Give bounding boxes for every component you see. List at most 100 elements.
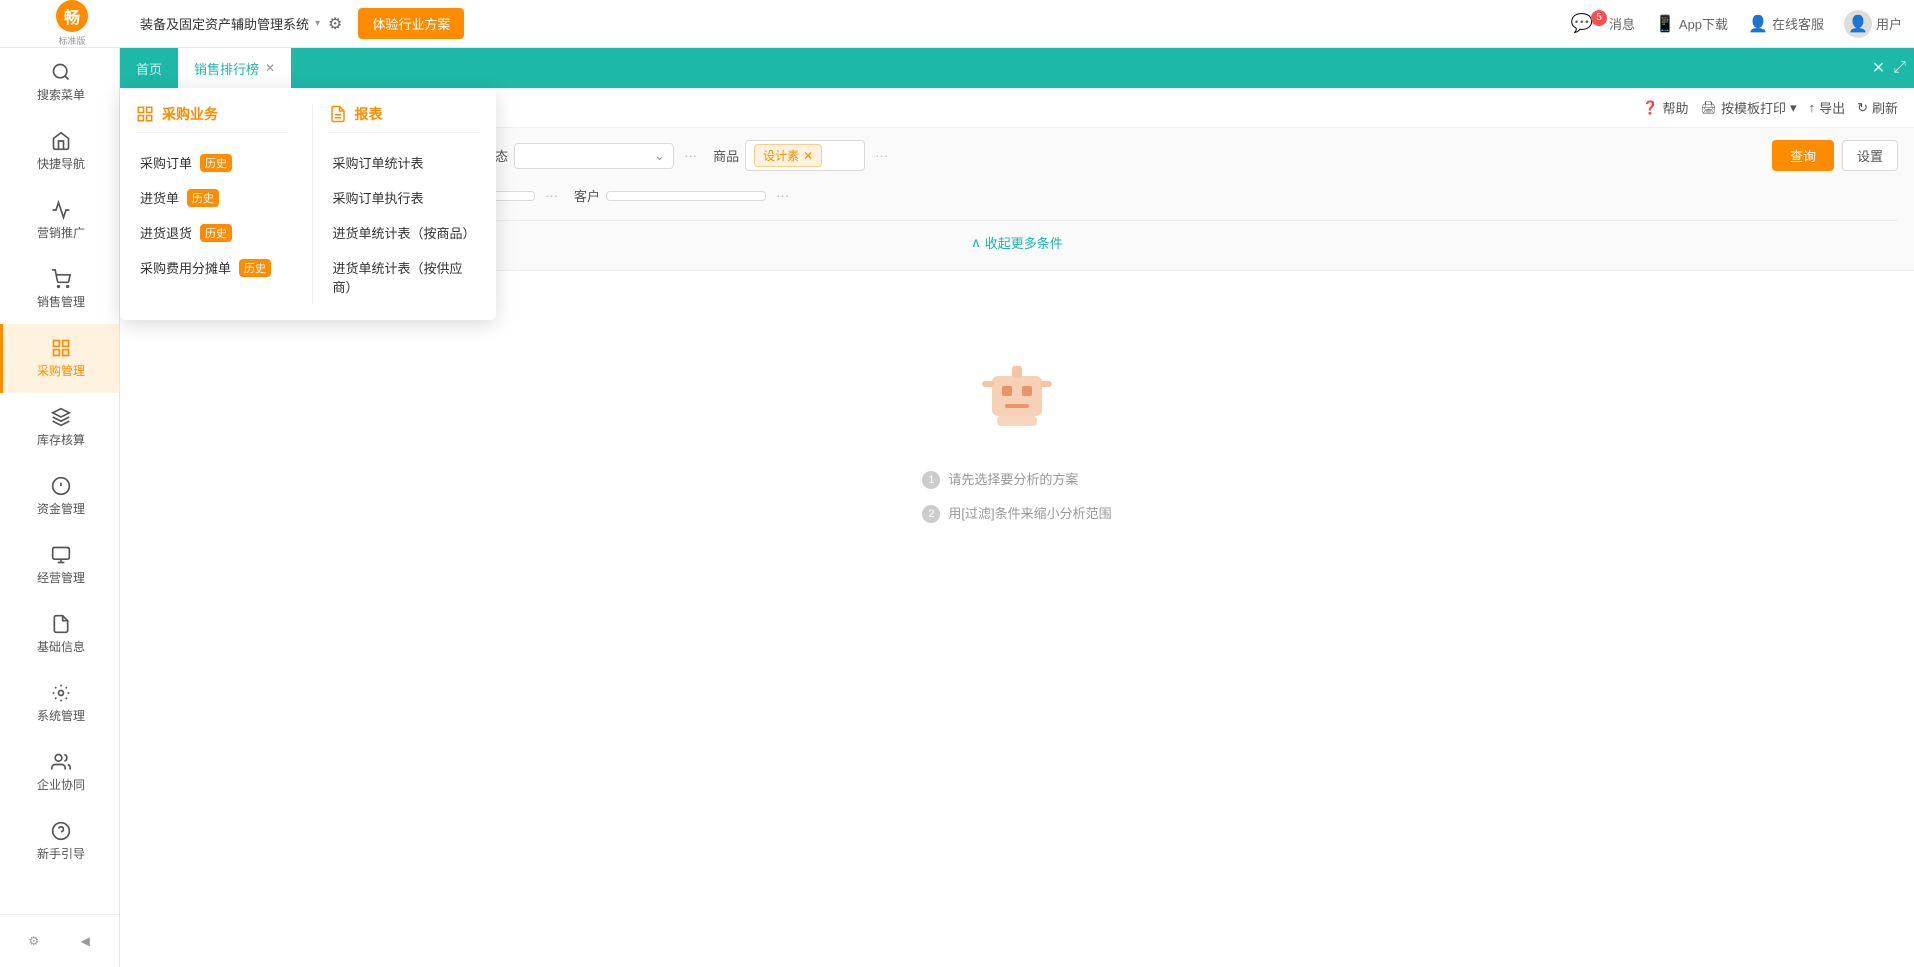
industry-btn[interactable]: 体验行业方案	[358, 8, 464, 39]
tab-expand-icon[interactable]: ⤢	[1893, 59, 1906, 77]
empty-hint-1-text: 请先选择要分析的方案	[948, 467, 1078, 493]
app-download-btn[interactable]: 📱 App下载	[1655, 14, 1728, 34]
tab-bar: 首页 销售排行榜 ✕ ✕ ⤢	[120, 48, 1914, 88]
salesperson-dots: ···	[545, 188, 558, 203]
topbar-right: 💬 5 消息 📱 App下载 👤 在线客服 👤 用户	[1571, 10, 1902, 38]
logo-text: 标准版	[58, 34, 85, 47]
dropdown-return[interactable]: 进货退货 历史	[136, 215, 288, 250]
user-btn[interactable]: 👤 用户	[1844, 10, 1902, 38]
goods-tag-label: 设计素	[763, 147, 799, 164]
expense-label: 采购费用分摊单	[140, 258, 231, 277]
empty-hint-2: 2 用[过滤]条件来缩小分析范围	[922, 501, 1111, 527]
sidebar-item-basic[interactable]: 基础信息	[0, 600, 119, 669]
dropdown-incoming-stats-supplier[interactable]: 进货单统计表（按供应商）	[329, 250, 481, 304]
tab-home-label: 首页	[136, 59, 162, 78]
sidebar-item-inventory[interactable]: 库存核算	[0, 393, 119, 462]
po-stats-label: 采购订单统计表	[333, 153, 424, 172]
sidebar-item-quick[interactable]: 快捷导航	[0, 117, 119, 186]
hist-badge-3: 历史	[200, 224, 232, 242]
report-col-title: 报表	[329, 104, 481, 133]
settings-icon[interactable]: ⚙	[328, 14, 342, 34]
incoming-stats-supplier-label: 进货单统计表（按供应商）	[333, 258, 477, 296]
sidebar-label-marketing: 营销推广	[37, 224, 85, 241]
status-control[interactable]: ⌄	[514, 143, 674, 169]
sidebar-item-enterprise[interactable]: 企业协同	[0, 738, 119, 807]
sidebar-label-guide: 新手引导	[37, 845, 85, 862]
goods-filter: 商品 设计素 ✕ ···	[713, 140, 888, 171]
query-btn[interactable]: 查询	[1772, 140, 1834, 171]
tab-home[interactable]: 首页	[120, 48, 178, 88]
topbar: 畅 标准版 装备及固定资产辅助管理系统 ▾ ⚙ 体验行业方案 💬 5 消息 📱 …	[0, 0, 1914, 48]
title-arrow-icon[interactable]: ▾	[315, 18, 320, 29]
tab-bar-right: ✕ ⤢	[1872, 58, 1914, 78]
refresh-label: 刷新	[1872, 98, 1898, 117]
online-service-btn[interactable]: 👤 在线客服	[1748, 14, 1824, 34]
goods-label: 商品	[713, 146, 739, 165]
sidebar-label-enterprise: 企业协同	[37, 776, 85, 793]
app-download-label: App下载	[1679, 14, 1728, 33]
message-btn[interactable]: 💬 5 消息	[1571, 13, 1635, 34]
customer-filter: 客户 ···	[574, 186, 789, 205]
empty-icon	[957, 351, 1077, 451]
help-label: 帮助	[1662, 98, 1688, 117]
tab-sales-ranking[interactable]: 销售排行榜 ✕	[178, 48, 291, 88]
user-label: 用户	[1876, 14, 1902, 33]
customer-label: 客户	[574, 186, 600, 205]
report-col: 报表 采购订单统计表 采购订单执行表 进货单统计表（按商品） 进货单统计表（按供…	[312, 104, 481, 304]
po-exec-label: 采购订单执行表	[333, 188, 424, 207]
sidebar-item-search[interactable]: 搜索菜单	[0, 48, 119, 117]
empty-num-1: 1	[922, 471, 940, 489]
sidebar-bottom: ⚙ ◀	[0, 914, 119, 967]
sidebar-item-finance[interactable]: 资金管理	[0, 462, 119, 531]
empty-hint-2-text: 用[过滤]条件来缩小分析范围	[948, 501, 1111, 527]
online-service-label: 在线客服	[1772, 14, 1824, 33]
dropdown-incoming[interactable]: 进货单 历史	[136, 180, 288, 215]
message-label: 消息	[1609, 14, 1635, 33]
sidebar-item-operation[interactable]: 经营管理	[0, 531, 119, 600]
sidebar-collapse-btn[interactable]: ◀	[64, 927, 108, 955]
sidebar-item-system[interactable]: 系统管理	[0, 669, 119, 738]
sidebar-label-purchase: 采购管理	[37, 362, 85, 379]
export-btn[interactable]: ↑ 导出	[1809, 98, 1846, 117]
settings-action-btn[interactable]: 设置	[1842, 140, 1898, 171]
sidebar-item-purchase[interactable]: 采购管理	[0, 324, 119, 393]
print-btn[interactable]: 🖨 按模板打印 ▾	[1701, 98, 1797, 117]
return-label: 进货退货	[140, 223, 192, 242]
sidebar-item-guide[interactable]: 新手引导	[0, 807, 119, 876]
logo-icon: 畅	[56, 0, 88, 32]
dropdown-po-stats[interactable]: 采购订单统计表	[329, 145, 481, 180]
report-col-label: 报表	[355, 104, 383, 124]
dropdown-po-exec[interactable]: 采购订单执行表	[329, 180, 481, 215]
sidebar-item-sales[interactable]: 销售管理	[0, 255, 119, 324]
system-title: 装备及固定资产辅助管理系统	[140, 14, 309, 33]
empty-state: 1 请先选择要分析的方案 2 用[过滤]条件来缩小分析范围	[120, 271, 1914, 607]
sidebar-label-system: 系统管理	[37, 707, 85, 724]
hist-badge-2: 历史	[187, 189, 219, 207]
goods-tag-close[interactable]: ✕	[803, 149, 813, 163]
tab-close-all-icon[interactable]: ✕	[1872, 58, 1885, 78]
sidebar-label-search: 搜索菜单	[37, 86, 85, 103]
sidebar-label-sales: 销售管理	[37, 293, 85, 310]
sidebar-label-finance: 资金管理	[37, 500, 85, 517]
sidebar-item-marketing[interactable]: 营销推广	[0, 186, 119, 255]
sidebar-label-quick: 快捷导航	[37, 155, 85, 172]
print-label: 按模板打印	[1721, 98, 1786, 117]
sidebar-label-operation: 经营管理	[37, 569, 85, 586]
incoming-label: 进货单	[140, 188, 179, 207]
sidebar-settings-btn[interactable]: ⚙	[12, 927, 56, 955]
action-buttons: 查询 设置	[1772, 140, 1898, 171]
dropdown-menu: 采购业务 采购订单 历史 进货单 历史 进货退货 历史 采购费用分摊单 历史	[120, 88, 496, 320]
help-btn[interactable]: ❓ 帮助	[1642, 98, 1688, 117]
refresh-btn[interactable]: ↻ 刷新	[1857, 98, 1898, 117]
customer-control[interactable]	[606, 191, 766, 201]
goods-tag: 设计素 ✕	[754, 144, 822, 167]
goods-control[interactable]: 设计素 ✕	[745, 140, 865, 171]
dropdown-purchase-order[interactable]: 采购订单 历史	[136, 145, 288, 180]
tab-close-icon[interactable]: ✕	[265, 61, 275, 75]
message-badge: 5	[1591, 10, 1607, 26]
sidebar-label-basic: 基础信息	[37, 638, 85, 655]
dropdown-incoming-stats-goods[interactable]: 进货单统计表（按商品）	[329, 215, 481, 250]
goods-dots: ···	[875, 148, 888, 163]
purchase-col-label: 采购业务	[162, 104, 218, 124]
dropdown-expense[interactable]: 采购费用分摊单 历史	[136, 250, 288, 285]
